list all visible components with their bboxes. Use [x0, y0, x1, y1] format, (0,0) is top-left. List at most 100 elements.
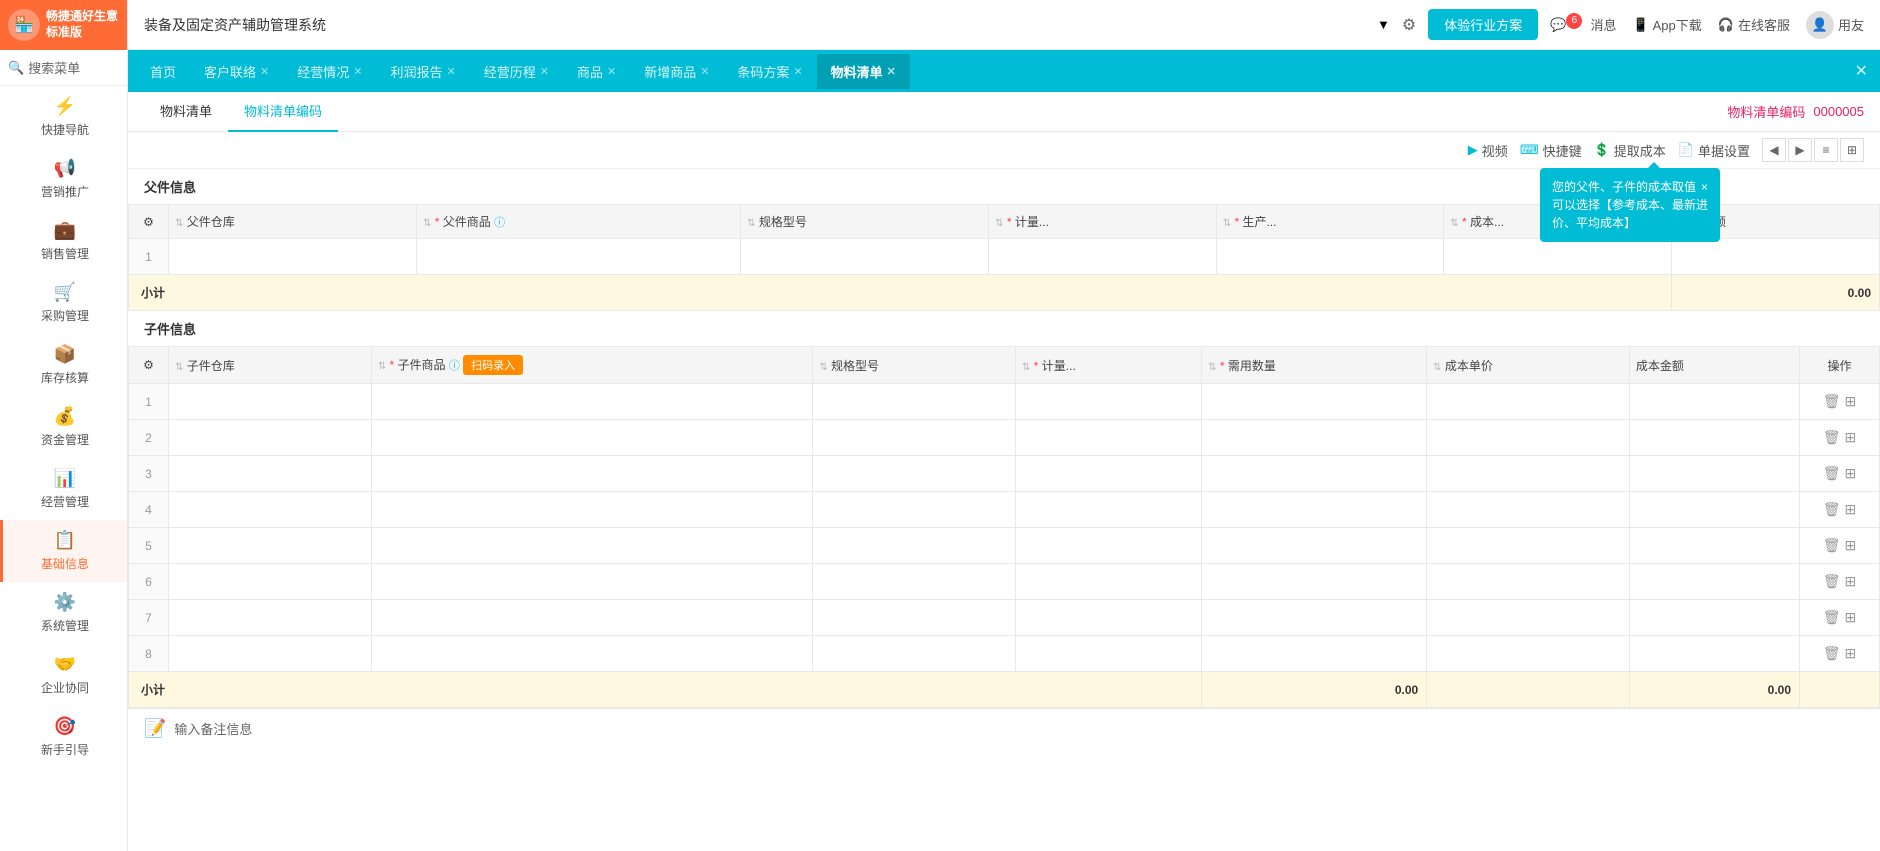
child-unit-cell-3[interactable]: [1016, 456, 1202, 492]
child-goods-cell-2[interactable]: [371, 420, 813, 456]
child-unit-cost-cell-6[interactable]: [1427, 564, 1630, 600]
nav-tab-close-new-goods[interactable]: ✕: [700, 65, 709, 78]
app-download-action[interactable]: 📱 App下载: [1632, 15, 1701, 34]
nav-tab-goods[interactable]: 商品 ✕: [563, 54, 630, 89]
sidebar-item-finance[interactable]: 💰资金管理: [0, 396, 127, 458]
copy-icon-2[interactable]: ⊞: [1845, 429, 1857, 446]
child-warehouse-cell-1[interactable]: [169, 384, 372, 420]
child-spec-cell-1[interactable]: [813, 384, 1016, 420]
nav-tab-barcode[interactable]: 条码方案 ✕: [723, 54, 816, 89]
copy-icon-1[interactable]: ⊞: [1845, 393, 1857, 410]
copy-icon-4[interactable]: ⊞: [1845, 501, 1857, 518]
nav-tab-close-barcode[interactable]: ✕: [793, 65, 802, 78]
nav-tab-biz-history[interactable]: 经营历程 ✕: [470, 54, 563, 89]
parent-unit-cell[interactable]: [989, 239, 1217, 275]
view-toolbar-item[interactable]: ▶ 视频: [1468, 141, 1508, 160]
nav-list-btn[interactable]: ≡: [1814, 138, 1838, 162]
nav-tab-home[interactable]: 首页: [136, 54, 190, 89]
parent-goods-cell[interactable]: [416, 239, 740, 275]
child-warehouse-cell-6[interactable]: [169, 564, 372, 600]
child-goods-cell-3[interactable]: [371, 456, 813, 492]
child-quantity-cell-5[interactable]: [1202, 528, 1427, 564]
copy-icon-8[interactable]: ⊞: [1845, 645, 1857, 662]
sidebar-item-inventory[interactable]: 📦库存核算: [0, 334, 127, 396]
sidebar-item-basic-info[interactable]: 📋基础信息: [0, 520, 127, 582]
child-warehouse-cell-7[interactable]: [169, 600, 372, 636]
experience-btn[interactable]: 体验行业方案: [1428, 9, 1538, 40]
sidebar-item-sales[interactable]: 💼销售管理: [0, 210, 127, 272]
child-goods-cell-6[interactable]: [371, 564, 813, 600]
topbar-gear-icon[interactable]: ⚙: [1402, 15, 1416, 35]
sub-tab-bom-code[interactable]: 物料清单编码: [228, 92, 338, 132]
delete-icon-5[interactable]: 🗑: [1823, 537, 1841, 554]
nav-grid-btn[interactable]: ⊞: [1840, 138, 1864, 162]
child-quantity-cell-7[interactable]: [1202, 600, 1427, 636]
nav-tab-bom[interactable]: 物料清单 ✕: [817, 54, 910, 89]
child-spec-cell-6[interactable]: [813, 564, 1016, 600]
parent-spec-cell[interactable]: [741, 239, 989, 275]
child-goods-cell-8[interactable]: [371, 636, 813, 672]
child-quantity-cell-4[interactable]: [1202, 492, 1427, 528]
child-unit-cost-cell-1[interactable]: [1427, 384, 1630, 420]
child-quantity-cell-2[interactable]: [1202, 420, 1427, 456]
sidebar-item-operations[interactable]: 📊经营管理: [0, 458, 127, 520]
nav-tab-close-biz-history[interactable]: ✕: [540, 65, 549, 78]
child-quantity-cell-8[interactable]: [1202, 636, 1427, 672]
sidebar-item-purchase[interactable]: 🛒采购管理: [0, 272, 127, 334]
shortcut-toolbar-item[interactable]: ⌨ 快捷键: [1520, 141, 1582, 160]
child-spec-cell-8[interactable]: [813, 636, 1016, 672]
sidebar-item-guide[interactable]: 🎯新手引导: [0, 706, 127, 768]
child-goods-cell-1[interactable]: [371, 384, 813, 420]
nav-tab-close-bom[interactable]: ✕: [887, 65, 896, 78]
child-unit-cell-1[interactable]: [1016, 384, 1202, 420]
delete-icon-6[interactable]: 🗑: [1823, 573, 1841, 590]
settings-toolbar-item[interactable]: 📄 单据设置: [1678, 141, 1750, 160]
copy-icon-6[interactable]: ⊞: [1845, 573, 1857, 590]
nav-tab-profit[interactable]: 利润报告 ✕: [376, 54, 469, 89]
tooltip-close-btn[interactable]: ×: [1701, 178, 1708, 196]
child-warehouse-cell-4[interactable]: [169, 492, 372, 528]
child-unit-cost-cell-5[interactable]: [1427, 528, 1630, 564]
delete-icon-7[interactable]: 🗑: [1823, 609, 1841, 626]
child-unit-cell-6[interactable]: [1016, 564, 1202, 600]
child-spec-cell-4[interactable]: [813, 492, 1016, 528]
user-menu[interactable]: 👤 用友: [1806, 11, 1864, 39]
bottom-bar-text[interactable]: 输入备注信息: [174, 719, 252, 738]
child-warehouse-cell-8[interactable]: [169, 636, 372, 672]
child-unit-cost-cell-2[interactable]: [1427, 420, 1630, 456]
child-unit-cell-8[interactable]: [1016, 636, 1202, 672]
child-spec-cell-5[interactable]: [813, 528, 1016, 564]
nav-tab-new-goods[interactable]: 新增商品 ✕: [630, 54, 723, 89]
parent-cost-cell[interactable]: [1444, 239, 1672, 275]
delete-icon-4[interactable]: 🗑: [1823, 501, 1841, 518]
scan-input-btn[interactable]: 扫码录入: [463, 355, 523, 375]
child-col-gear[interactable]: ⚙: [129, 347, 169, 384]
child-unit-cost-cell-8[interactable]: [1427, 636, 1630, 672]
message-action[interactable]: 💬 6 消息: [1550, 15, 1616, 34]
nav-tab-close-customers[interactable]: ✕: [260, 65, 269, 78]
child-unit-cell-5[interactable]: [1016, 528, 1202, 564]
child-warehouse-cell-2[interactable]: [169, 420, 372, 456]
child-unit-cost-cell-7[interactable]: [1427, 600, 1630, 636]
online-service-action[interactable]: 🎧 在线客服: [1718, 15, 1790, 34]
cost-toolbar-item[interactable]: 💲 提取成本: [1594, 141, 1666, 160]
topbar-dropdown-icon[interactable]: ▼: [1377, 17, 1390, 32]
nav-tab-close-profit[interactable]: ✕: [447, 65, 456, 78]
sidebar-search[interactable]: 🔍 搜索菜单: [0, 50, 127, 86]
parent-warehouse-cell[interactable]: [169, 239, 417, 275]
child-quantity-cell-1[interactable]: [1202, 384, 1427, 420]
child-warehouse-cell-5[interactable]: [169, 528, 372, 564]
nav-prev-btn[interactable]: ◀: [1762, 138, 1786, 162]
copy-icon-3[interactable]: ⊞: [1845, 465, 1857, 482]
child-unit-cell-7[interactable]: [1016, 600, 1202, 636]
sidebar-item-enterprise[interactable]: 🤝企业协同: [0, 644, 127, 706]
nav-close-button[interactable]: ✕: [1851, 57, 1872, 85]
child-spec-cell-2[interactable]: [813, 420, 1016, 456]
child-unit-cell-4[interactable]: [1016, 492, 1202, 528]
nav-tab-operations[interactable]: 经营情况 ✕: [283, 54, 376, 89]
copy-icon-5[interactable]: ⊞: [1845, 537, 1857, 554]
sidebar-item-marketing[interactable]: 📢营销推广: [0, 148, 127, 210]
child-warehouse-cell-3[interactable]: [169, 456, 372, 492]
parent-production-cell[interactable]: [1216, 239, 1444, 275]
child-goods-cell-7[interactable]: [371, 600, 813, 636]
